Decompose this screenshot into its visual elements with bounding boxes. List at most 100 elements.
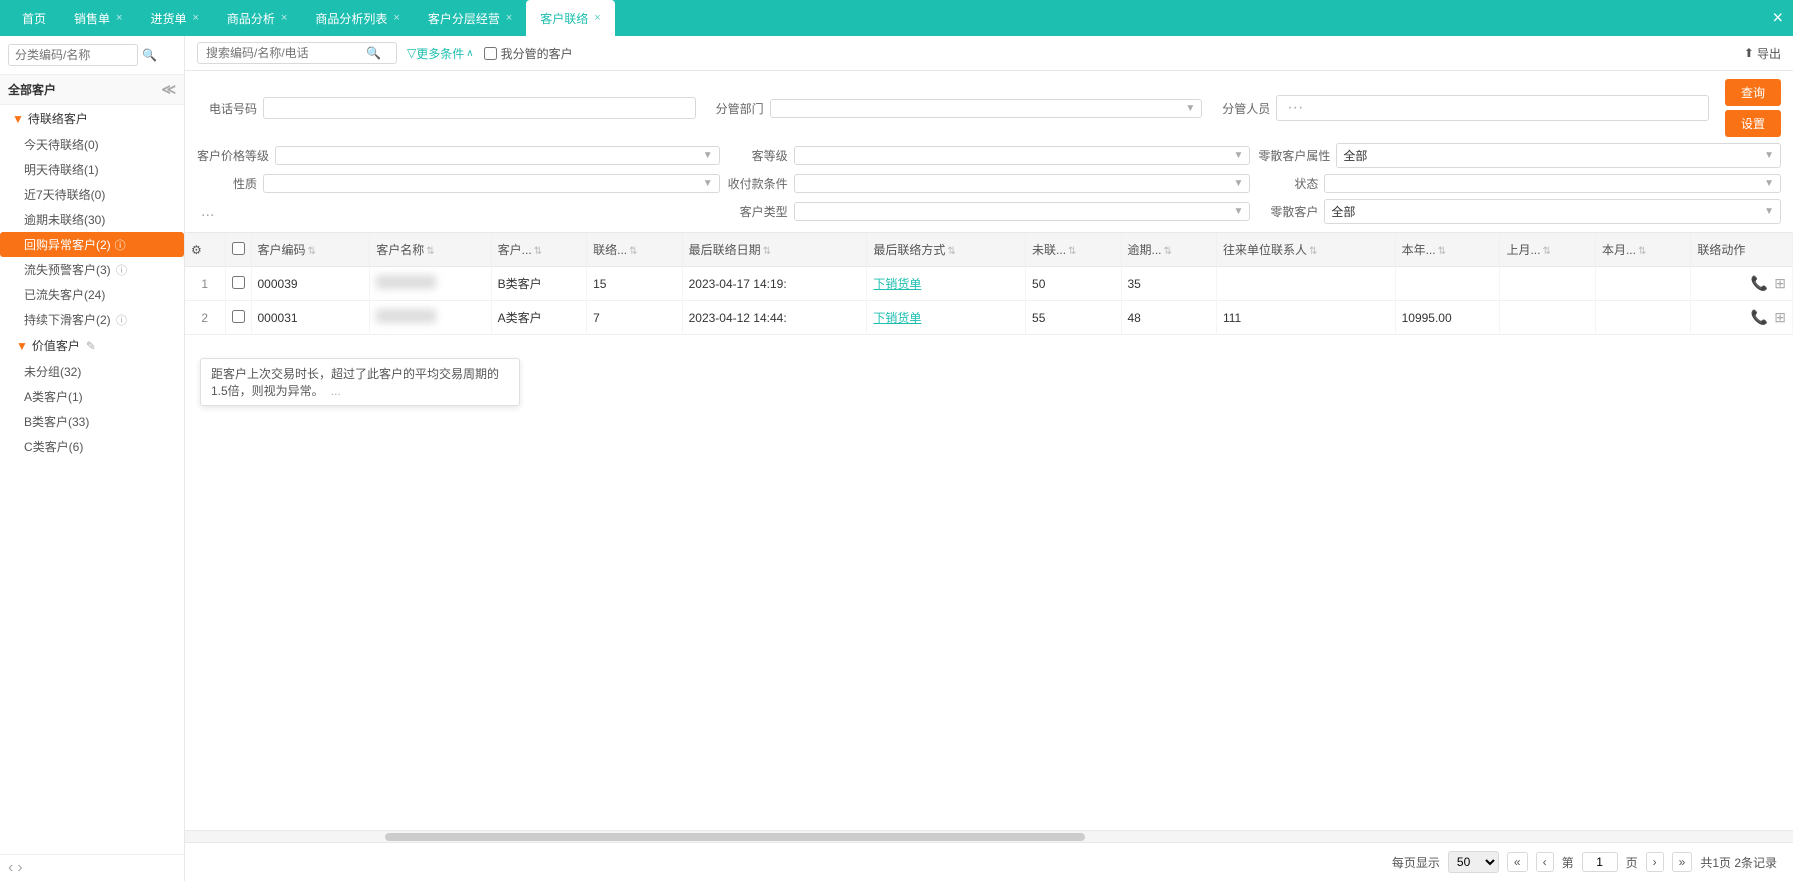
nav-customer-layers[interactable]: 客户分层经营 × bbox=[414, 0, 526, 36]
sidebar-item-repurchase-abnormal[interactable]: 回购异常客户(2) ⓘ bbox=[0, 232, 184, 257]
horizontal-scrollbar[interactable] bbox=[185, 830, 1793, 842]
close-purchase-tab[interactable]: × bbox=[192, 12, 198, 24]
close-analysis-list-tab[interactable]: × bbox=[393, 12, 399, 24]
row-1-this-month bbox=[1595, 267, 1690, 301]
row-1-this-year bbox=[1395, 267, 1500, 301]
page-size-select[interactable]: 50 100 200 bbox=[1448, 851, 1499, 873]
sidebar-collapse-icon[interactable]: ≪ bbox=[161, 81, 176, 98]
table-row: 2 000031 A类客户 7 2023-04-12 14:44: 下销货单 5… bbox=[185, 301, 1793, 335]
row-1-checkbox[interactable] bbox=[225, 267, 251, 301]
waiting-contact-group[interactable]: ▼ 待联络客户 bbox=[0, 105, 184, 132]
nav-purchase[interactable]: 进货单 × bbox=[136, 0, 212, 36]
manager-select[interactable]: ··· bbox=[1276, 95, 1709, 121]
close-contact-tab[interactable]: × bbox=[594, 12, 600, 24]
customer-grade-field: 客等级 ▼ bbox=[728, 146, 1251, 165]
sidebar-item-drop[interactable]: 持续下滑客户(2) ⓘ bbox=[0, 307, 184, 332]
close-layers-tab[interactable]: × bbox=[506, 12, 512, 24]
sidebar-next-arrow[interactable]: › bbox=[17, 859, 22, 877]
row-2-action: 📞 ⊞ bbox=[1691, 301, 1793, 335]
customers-table: ⚙ 客户编码⇅ 客户名称⇅ 客户...⇅ 联络...⇅ 最后联络日期⇅ 最后联络… bbox=[185, 233, 1793, 335]
sidebar-prev-arrow[interactable]: ‹ bbox=[8, 859, 13, 877]
dept-select[interactable]: ▼ bbox=[770, 99, 1203, 118]
sidebar-item-c-class[interactable]: C类客户(6) bbox=[0, 434, 184, 459]
my-customers-label: 我分管的客户 bbox=[501, 45, 573, 62]
row-2-overdue: 48 bbox=[1121, 301, 1216, 335]
settings-button[interactable]: 设置 bbox=[1725, 110, 1781, 137]
sidebar-item-lost-preview[interactable]: 流失预警客户(3) ⓘ bbox=[0, 257, 184, 282]
sidebar-search-input[interactable] bbox=[8, 44, 138, 66]
nav-customer-contact[interactable]: 客户联络 × bbox=[526, 0, 614, 36]
nav-sales[interactable]: 销售单 × bbox=[60, 0, 136, 36]
customer-type-arrow: ▼ bbox=[1233, 206, 1243, 217]
value-customer-edit-icon[interactable]: ✎ bbox=[86, 339, 96, 353]
th-settings[interactable]: ⚙ bbox=[185, 233, 225, 267]
row-2-this-year: 10995.00 bbox=[1395, 301, 1500, 335]
my-customers-input[interactable] bbox=[484, 47, 497, 60]
customer-grade-select[interactable]: ▼ bbox=[794, 146, 1251, 165]
main-search-input[interactable] bbox=[206, 46, 366, 60]
close-analysis-tab[interactable]: × bbox=[281, 12, 287, 24]
row-2-checkbox[interactable] bbox=[225, 301, 251, 335]
phone-input[interactable] bbox=[263, 97, 696, 119]
gender-field: 性质 ▼ bbox=[197, 174, 720, 193]
sidebar-item-today[interactable]: 今天待联络(0) bbox=[0, 132, 184, 157]
scrollbar-thumb[interactable] bbox=[385, 833, 1085, 841]
row-2-phone-icon[interactable]: 📞 bbox=[1751, 309, 1768, 326]
retail-customer-select[interactable]: 全部 ▼ bbox=[1324, 199, 1781, 224]
row-1-overdue: 35 bbox=[1121, 267, 1216, 301]
row-2-last-method[interactable]: 下销货单 bbox=[867, 301, 1026, 335]
retail-attr-value: 全部 bbox=[1343, 147, 1367, 164]
sidebar-item-ungroup[interactable]: 未分组(32) bbox=[0, 359, 184, 384]
status-select[interactable]: ▼ bbox=[1324, 174, 1781, 193]
page-suffix: 页 bbox=[1626, 854, 1638, 871]
th-overdue: 逾期...⇅ bbox=[1121, 233, 1216, 267]
export-button[interactable]: ⬆ 导出 bbox=[1744, 45, 1781, 62]
gender-select[interactable]: ▼ bbox=[263, 174, 720, 193]
sidebar-item-already-lost[interactable]: 已流失客户(24) bbox=[0, 282, 184, 307]
th-checkbox[interactable] bbox=[225, 233, 251, 267]
sidebar-item-7days[interactable]: 近7天待联络(0) bbox=[0, 182, 184, 207]
row-1-phone-icon[interactable]: 📞 bbox=[1751, 275, 1768, 292]
sidebar-item-b-class[interactable]: B类客户(33) bbox=[0, 409, 184, 434]
customer-type-select[interactable]: ▼ bbox=[794, 202, 1251, 221]
nav-analysis[interactable]: 商品分析 × bbox=[213, 0, 301, 36]
help-icon-lost: ⓘ bbox=[116, 265, 127, 277]
close-sales-tab[interactable]: × bbox=[116, 12, 122, 24]
row-1-more-icon[interactable]: ⊞ bbox=[1774, 275, 1786, 292]
first-page-btn[interactable]: « bbox=[1507, 852, 1528, 872]
sidebar-item-tomorrow[interactable]: 明天待联络(1) bbox=[0, 157, 184, 182]
th-type: 客户...⇅ bbox=[491, 233, 586, 267]
my-customers-checkbox[interactable]: 我分管的客户 bbox=[484, 45, 573, 62]
manager-more-icon[interactable]: ··· bbox=[1283, 99, 1307, 117]
prev-page-btn[interactable]: ‹ bbox=[1536, 852, 1554, 872]
waiting-contact-arrow: ▼ bbox=[12, 112, 24, 126]
th-contact-person: 往来单位联系人⇅ bbox=[1216, 233, 1395, 267]
more-conditions-btn[interactable]: ▽ 更多条件 ∧ bbox=[407, 45, 474, 62]
main-search-icon[interactable]: 🔍 bbox=[366, 46, 381, 60]
retail-customer-arrow: ▼ bbox=[1764, 206, 1774, 217]
sidebar-search-icon[interactable]: 🔍 bbox=[142, 48, 157, 62]
query-button[interactable]: 查询 bbox=[1725, 79, 1781, 106]
tooltip-more: ... bbox=[331, 384, 341, 398]
row-1-name bbox=[370, 267, 491, 301]
more-btn[interactable]: ... bbox=[197, 203, 218, 221]
row-2-more-icon[interactable]: ⊞ bbox=[1774, 309, 1786, 326]
global-close-button[interactable]: × bbox=[1772, 8, 1783, 29]
page-input[interactable] bbox=[1582, 852, 1618, 872]
sidebar-item-overdue[interactable]: 逾期未联络(30) bbox=[0, 207, 184, 232]
nav-home[interactable]: 首页 bbox=[8, 0, 60, 36]
nav-analysis-list[interactable]: 商品分析列表 × bbox=[301, 0, 413, 36]
sidebar-item-a-class[interactable]: A类客户(1) bbox=[0, 384, 184, 409]
phone-field: 电话号码 bbox=[197, 97, 696, 119]
table-header-row: ⚙ 客户编码⇅ 客户名称⇅ 客户...⇅ 联络...⇅ 最后联络日期⇅ 最后联络… bbox=[185, 233, 1793, 267]
select-all-checkbox[interactable] bbox=[232, 242, 245, 255]
price-grade-select[interactable]: ▼ bbox=[275, 146, 720, 165]
last-page-btn[interactable]: » bbox=[1672, 852, 1693, 872]
payment-select[interactable]: ▼ bbox=[794, 174, 1251, 193]
value-customer-label: 价值客户 bbox=[32, 337, 80, 354]
value-customer-group[interactable]: ▼ 价值客户 ✎ bbox=[0, 332, 184, 359]
next-page-btn[interactable]: › bbox=[1646, 852, 1664, 872]
retail-attr-select[interactable]: 全部 ▼ bbox=[1336, 143, 1781, 168]
row-1-last-method[interactable]: 下销货单 bbox=[867, 267, 1026, 301]
row-1-type: B类客户 bbox=[491, 267, 586, 301]
